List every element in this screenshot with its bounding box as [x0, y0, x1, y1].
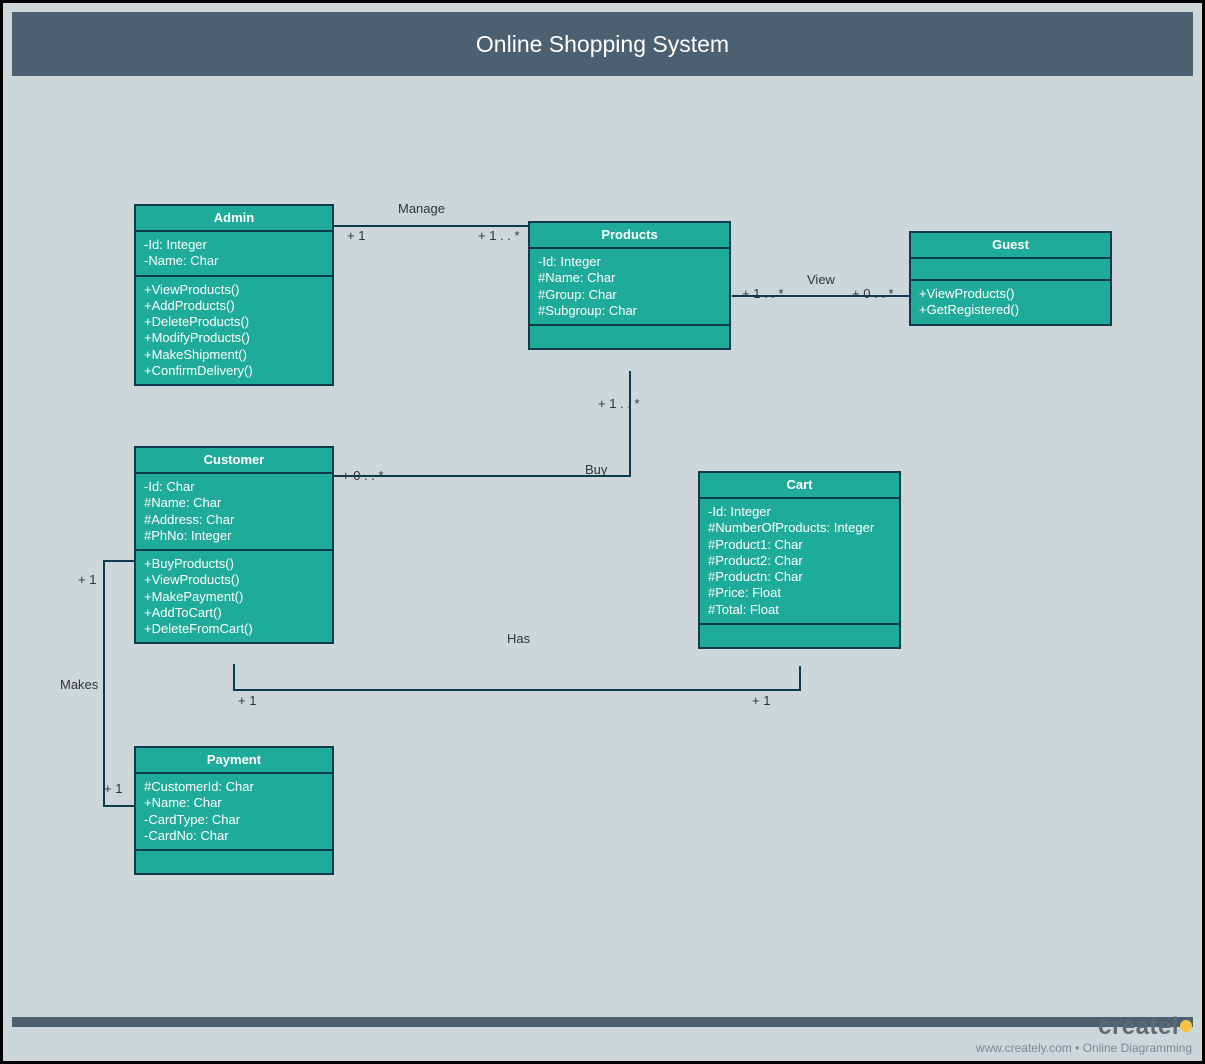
- class-admin-name: Admin: [136, 206, 332, 232]
- rel-manage-label: Manage: [398, 201, 445, 216]
- class-products-attrs: -Id: Integer #Name: Char #Group: Char #S…: [530, 249, 729, 326]
- rel-makes-label: Makes: [60, 677, 98, 692]
- rel-has-label: Has: [507, 631, 530, 646]
- class-cart-ops: [700, 625, 899, 647]
- rel-manage-m2: + 1 . . *: [478, 228, 520, 243]
- rel-makes-m2: + 1: [104, 781, 122, 796]
- class-admin-attrs: -Id: Integer -Name: Char: [136, 232, 332, 277]
- bulb-icon: [1180, 1020, 1192, 1032]
- rel-buy-m1: + 1 . . *: [598, 396, 640, 411]
- class-payment-name: Payment: [136, 748, 332, 774]
- class-products-name: Products: [530, 223, 729, 249]
- rel-manage-m1: + 1: [347, 228, 365, 243]
- class-products: Products -Id: Integer #Name: Char #Group…: [528, 221, 731, 350]
- title-bar: Online Shopping System: [12, 12, 1193, 76]
- class-guest-attrs: [911, 259, 1110, 281]
- diagram-frame: Online Shopping System Admin -Id: Intege…: [3, 3, 1202, 1061]
- rel-has-m1: + 1: [238, 693, 256, 708]
- diagram-title: Online Shopping System: [476, 31, 729, 58]
- class-cart-name: Cart: [700, 473, 899, 499]
- class-guest: Guest +ViewProducts() +GetRegistered(): [909, 231, 1112, 326]
- rel-buy-m2: + 0 . . *: [342, 468, 384, 483]
- brand-name: createl: [976, 1013, 1192, 1041]
- rel-view-m2: + 0 . . *: [852, 286, 894, 301]
- rel-view-label: View: [807, 272, 835, 287]
- class-customer-ops: +BuyProducts() +ViewProducts() +MakePaym…: [136, 551, 332, 642]
- class-admin-ops: +ViewProducts() +AddProducts() +DeletePr…: [136, 277, 332, 385]
- class-admin: Admin -Id: Integer -Name: Char +ViewProd…: [134, 204, 334, 386]
- rel-view-m1: + 1 . . *: [742, 286, 784, 301]
- diagram-canvas: Admin -Id: Integer -Name: Char +ViewProd…: [12, 76, 1193, 1017]
- rel-buy-label: Buy: [585, 462, 607, 477]
- class-customer: Customer -Id: Char #Name: Char #Address:…: [134, 446, 334, 644]
- class-payment-attrs: #CustomerId: Char +Name: Char -CardType:…: [136, 774, 332, 851]
- rel-makes-m1: + 1: [78, 572, 96, 587]
- class-products-ops: [530, 326, 729, 348]
- class-payment: Payment #CustomerId: Char +Name: Char -C…: [134, 746, 334, 875]
- class-customer-name: Customer: [136, 448, 332, 474]
- class-customer-attrs: -Id: Char #Name: Char #Address: Char #Ph…: [136, 474, 332, 551]
- class-guest-name: Guest: [911, 233, 1110, 259]
- class-cart-attrs: -Id: Integer #NumberOfProducts: Integer …: [700, 499, 899, 625]
- rel-has-m2: + 1: [752, 693, 770, 708]
- class-payment-ops: [136, 851, 332, 873]
- class-guest-ops: +ViewProducts() +GetRegistered(): [911, 281, 1110, 324]
- footer-logo: createl www.creately.com • Online Diagra…: [976, 1013, 1192, 1055]
- brand-tagline: www.creately.com • Online Diagramming: [976, 1041, 1192, 1055]
- class-cart: Cart -Id: Integer #NumberOfProducts: Int…: [698, 471, 901, 649]
